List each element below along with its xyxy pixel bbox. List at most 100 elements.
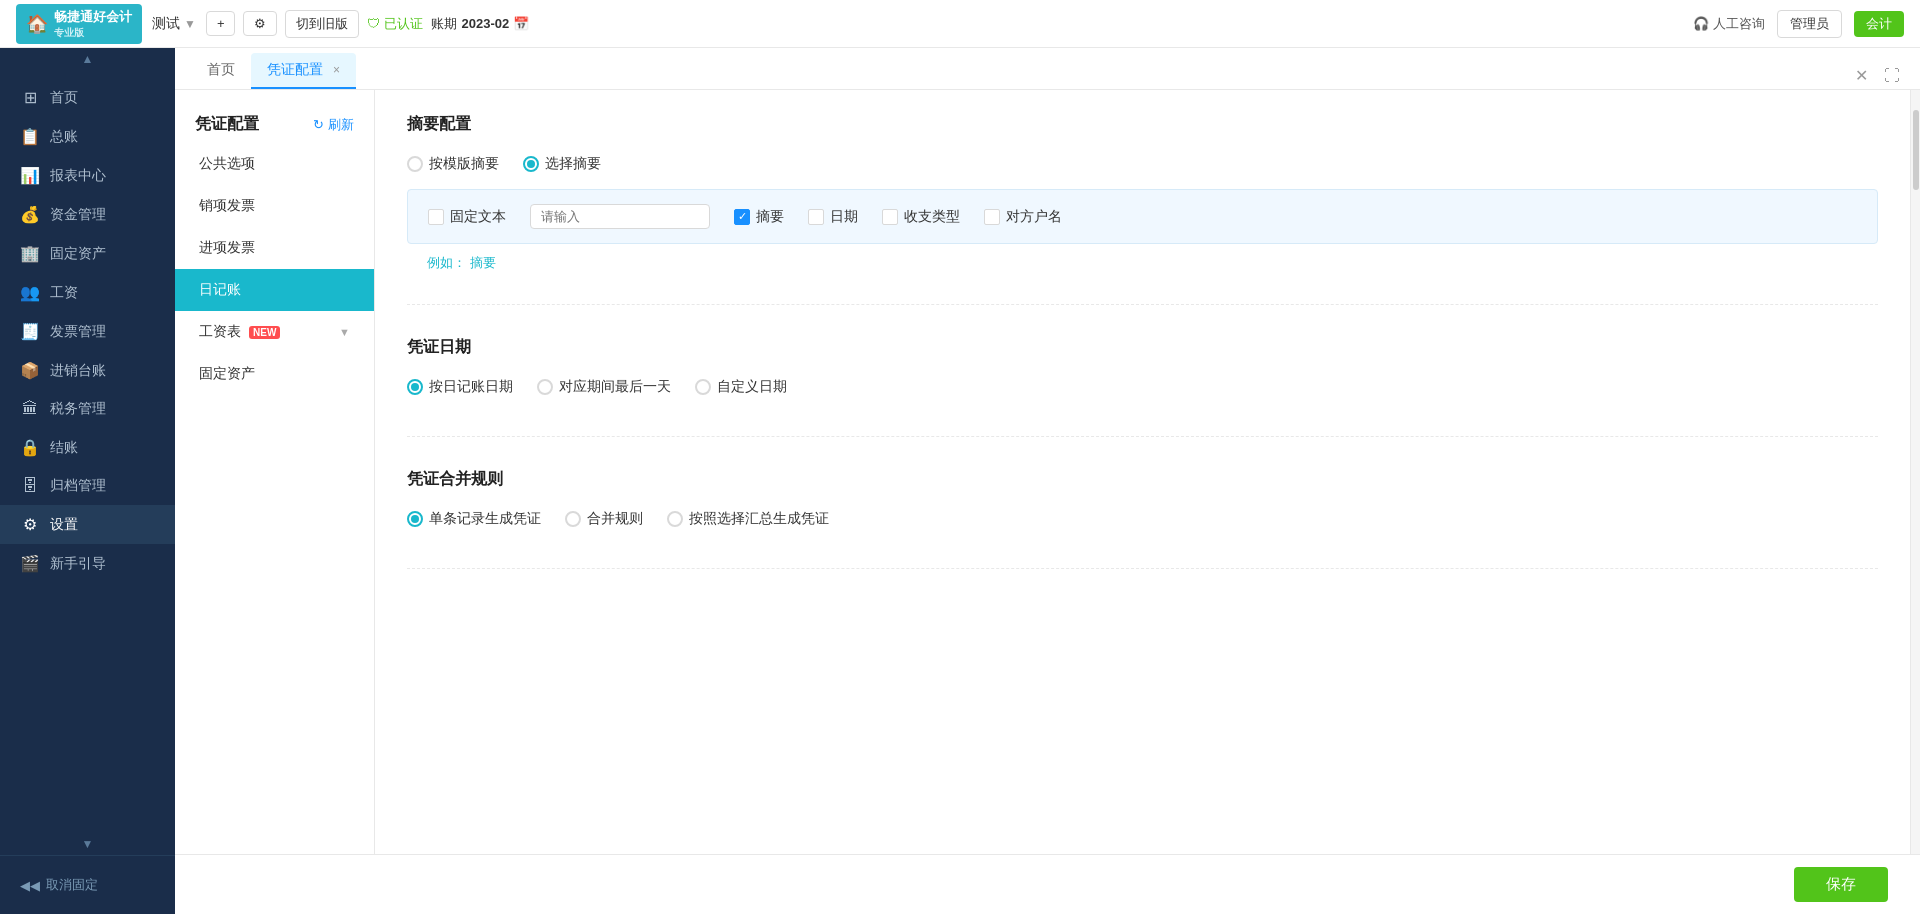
sidebar-item-ledger[interactable]: 📋 总账 bbox=[0, 117, 175, 156]
close-panel-button[interactable]: ✕ bbox=[1851, 62, 1872, 89]
date-radio-period-last[interactable]: 对应期间最后一天 bbox=[537, 378, 671, 396]
sidebar-pin-button[interactable]: ◀◀ 取消固定 bbox=[0, 866, 175, 904]
switch-old-button[interactable]: 切到旧版 bbox=[285, 10, 359, 38]
save-bar: 保存 bbox=[175, 854, 1920, 914]
summary-radio-select-label: 选择摘要 bbox=[545, 155, 601, 173]
user-button[interactable]: 管理员 bbox=[1777, 10, 1842, 38]
left-nav-public[interactable]: 公共选项 bbox=[175, 143, 374, 185]
new-badge: NEW bbox=[249, 326, 280, 339]
sidebar-label-assets: 固定资产 bbox=[50, 245, 106, 263]
sidebar-label-purchases: 进销台账 bbox=[50, 362, 106, 380]
merge-radio-single[interactable]: 单条记录生成凭证 bbox=[407, 510, 541, 528]
save-button[interactable]: 保存 bbox=[1794, 867, 1888, 902]
checkbox-summary-box: ✓ bbox=[734, 209, 750, 225]
user-label: 管理员 bbox=[1790, 16, 1829, 31]
checkbox-fixed-text-label: 固定文本 bbox=[450, 208, 506, 226]
sidebar-item-guide[interactable]: 🎬 新手引导 bbox=[0, 544, 175, 583]
merge-radio-merge[interactable]: 合并规则 bbox=[565, 510, 643, 528]
purchases-icon: 📦 bbox=[20, 361, 40, 380]
project-name: 测试 bbox=[152, 15, 180, 33]
sidebar-item-archive[interactable]: 🗄 归档管理 bbox=[0, 467, 175, 505]
guide-icon: 🎬 bbox=[20, 554, 40, 573]
sidebar-item-tax[interactable]: 🏛 税务管理 bbox=[0, 390, 175, 428]
sidebar-item-settings[interactable]: ⚙ 设置 bbox=[0, 505, 175, 544]
sidebar-label-tax: 税务管理 bbox=[50, 400, 106, 418]
calendar-icon: 📅 bbox=[513, 16, 529, 31]
sidebar-scroll-down[interactable]: ▼ bbox=[0, 833, 175, 855]
merge-radio-single-circle bbox=[407, 511, 423, 527]
gear-icon: ⚙ bbox=[254, 16, 266, 31]
checkbox-fixed-text[interactable]: 固定文本 bbox=[428, 208, 506, 226]
merge-section: 凭证合并规则 单条记录生成凭证 合并规则 按照选择汇总生成凭证 bbox=[407, 469, 1878, 569]
checkbox-payment-type[interactable]: 收支类型 bbox=[882, 208, 960, 226]
sidebar-scroll-up[interactable]: ▲ bbox=[0, 48, 175, 70]
left-nav-assets[interactable]: 固定资产 bbox=[175, 353, 374, 395]
merge-radio-select-merge[interactable]: 按照选择汇总生成凭证 bbox=[667, 510, 829, 528]
summary-radio-select[interactable]: 选择摘要 bbox=[523, 155, 601, 173]
example-text: 例如： 摘要 bbox=[407, 254, 1878, 280]
sidebar-item-assets[interactable]: 🏢 固定资产 bbox=[0, 234, 175, 273]
company-sub: 专业版 bbox=[54, 26, 132, 40]
sidebar-label-archive: 归档管理 bbox=[50, 477, 106, 495]
date-radio-journal[interactable]: 按日记账日期 bbox=[407, 378, 513, 396]
main-layout: ▲ ⊞ 首页 📋 总账 📊 报表中心 💰 资金管理 🏢 固定资产 bbox=[0, 48, 1920, 914]
period-selector[interactable]: 账期 2023-02 📅 bbox=[431, 15, 529, 33]
home-icon: ⊞ bbox=[20, 88, 40, 107]
sidebar-bottom: ◀◀ 取消固定 bbox=[0, 855, 175, 914]
tab-config-label: 凭证配置 bbox=[267, 61, 323, 77]
summary-radio-template[interactable]: 按模版摘要 bbox=[407, 155, 499, 173]
sidebar-item-invoices[interactable]: 🧾 发票管理 bbox=[0, 312, 175, 351]
page-title: 凭证配置 bbox=[195, 114, 259, 135]
tab-home[interactable]: 首页 bbox=[191, 53, 251, 89]
sidebar-label-reports: 报表中心 bbox=[50, 167, 106, 185]
invoices-icon: 🧾 bbox=[20, 322, 40, 341]
sidebar-item-close[interactable]: 🔒 结账 bbox=[0, 428, 175, 467]
left-nav-purchase[interactable]: 进项发票 bbox=[175, 227, 374, 269]
chevron-down-icon: ▼ bbox=[184, 17, 196, 31]
sidebar-nav: ⊞ 首页 📋 总账 📊 报表中心 💰 资金管理 🏢 固定资产 👥 工资 bbox=[0, 70, 175, 833]
service-button[interactable]: 🎧 人工咨询 bbox=[1693, 15, 1765, 33]
topbar: 🏠 畅捷通好会计 专业版 测试 ▼ + ⚙ 切到旧版 🛡 已认证 账期 2023… bbox=[0, 0, 1920, 48]
checkbox-summary-label: 摘要 bbox=[756, 208, 784, 226]
date-radio-custom[interactable]: 自定义日期 bbox=[695, 378, 787, 396]
tab-config-close[interactable]: × bbox=[333, 63, 340, 77]
sidebar-item-reports[interactable]: 📊 报表中心 bbox=[0, 156, 175, 195]
merge-radio-group: 单条记录生成凭证 合并规则 按照选择汇总生成凭证 bbox=[407, 510, 1878, 528]
checkbox-fixed-text-box bbox=[428, 209, 444, 225]
settings-button[interactable]: ⚙ bbox=[243, 11, 277, 36]
left-nav-sales[interactable]: 销项发票 bbox=[175, 185, 374, 227]
sidebar-label-payroll: 工资 bbox=[50, 284, 78, 302]
sidebar-item-payroll[interactable]: 👥 工资 bbox=[0, 273, 175, 312]
left-nav-journal[interactable]: 日记账 bbox=[175, 269, 374, 311]
fixed-text-input[interactable] bbox=[530, 204, 710, 229]
checkbox-summary[interactable]: ✓ 摘要 bbox=[734, 208, 784, 226]
example-value: 摘要 bbox=[470, 255, 496, 270]
refresh-button[interactable]: ↻ 刷新 bbox=[313, 116, 354, 134]
tabbar: 首页 凭证配置 × ✕ ⛶ bbox=[175, 48, 1920, 90]
reports-icon: 📊 bbox=[20, 166, 40, 185]
role-button[interactable]: 会计 bbox=[1854, 11, 1904, 37]
sidebar-item-home[interactable]: ⊞ 首页 bbox=[0, 78, 175, 117]
tab-config[interactable]: 凭证配置 × bbox=[251, 53, 356, 89]
tax-icon: 🏛 bbox=[20, 400, 40, 418]
summary-radio-template-label: 按模版摘要 bbox=[429, 155, 499, 173]
date-radio-journal-label: 按日记账日期 bbox=[429, 378, 513, 396]
fullscreen-button[interactable]: ⛶ bbox=[1880, 63, 1904, 89]
add-button[interactable]: + bbox=[206, 11, 236, 36]
merge-radio-merge-circle bbox=[565, 511, 581, 527]
summary-radio-template-circle bbox=[407, 156, 423, 172]
sidebar-item-funds[interactable]: 💰 资金管理 bbox=[0, 195, 175, 234]
sidebar-label-ledger: 总账 bbox=[50, 128, 78, 146]
left-nav-payroll[interactable]: 工资表 NEW ▼ bbox=[175, 311, 374, 353]
sidebar-label-funds: 资金管理 bbox=[50, 206, 106, 224]
scrollbar-thumb bbox=[1913, 110, 1919, 190]
sidebar-item-purchases[interactable]: 📦 进销台账 bbox=[0, 351, 175, 390]
date-radio-period-last-circle bbox=[537, 379, 553, 395]
checkbox-counterpart[interactable]: 对方户名 bbox=[984, 208, 1062, 226]
project-selector[interactable]: 测试 ▼ bbox=[152, 15, 196, 33]
right-scrollbar[interactable] bbox=[1910, 90, 1920, 854]
checkbox-date[interactable]: 日期 bbox=[808, 208, 858, 226]
certified-badge: 🛡 已认证 bbox=[367, 15, 423, 33]
merge-radio-single-label: 单条记录生成凭证 bbox=[429, 510, 541, 528]
merge-radio-select-merge-circle bbox=[667, 511, 683, 527]
